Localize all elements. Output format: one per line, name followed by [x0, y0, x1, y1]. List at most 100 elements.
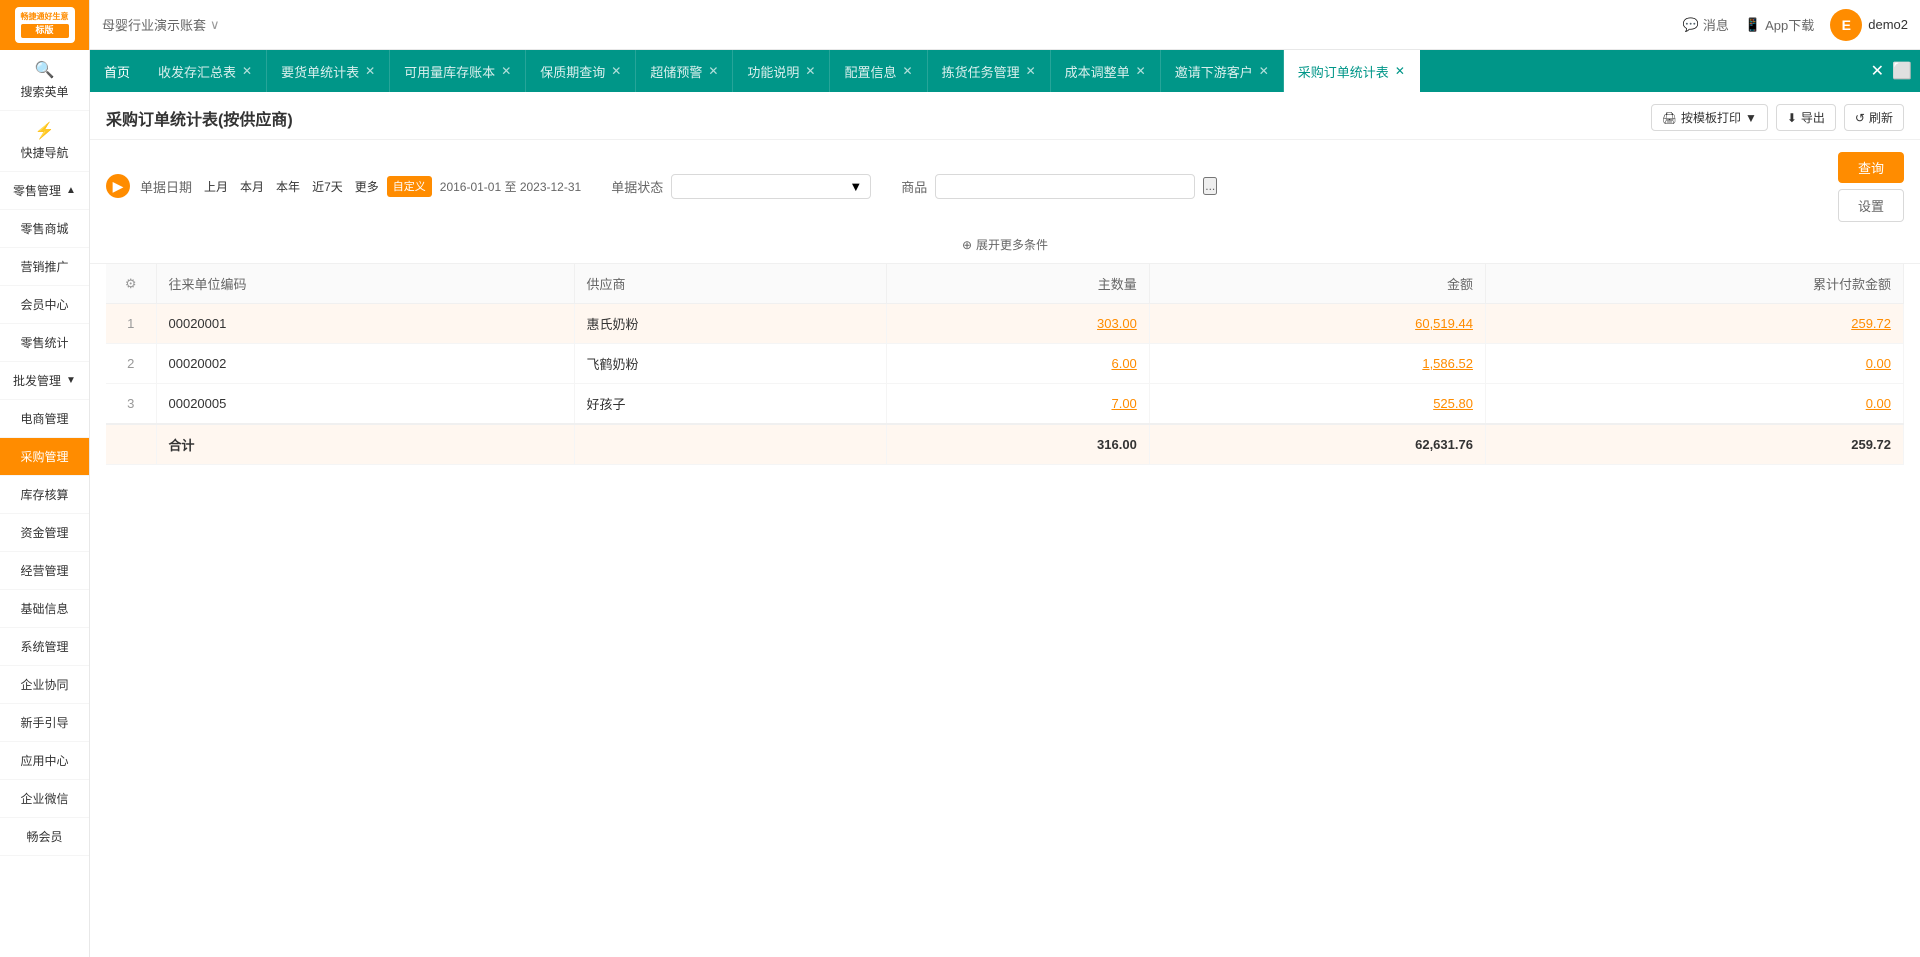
sidebar-item-system[interactable]: 系统管理 — [0, 628, 89, 666]
sidebar-item-purchase[interactable]: 采购管理 — [0, 438, 89, 476]
sidebar-enterprise-label: 企业协同 — [20, 676, 68, 693]
sidebar-item-enterprise-wechat[interactable]: 企业微信 — [0, 780, 89, 818]
date-this-year-btn[interactable]: 本年 — [272, 176, 304, 197]
row-amount[interactable]: 525.80 — [1149, 384, 1485, 425]
row-paid-amount[interactable]: 0.00 — [1485, 344, 1903, 384]
date-7days-btn[interactable]: 近7天 — [308, 176, 347, 197]
user-profile-action[interactable]: E demo2 — [1830, 9, 1908, 41]
row-main-qty[interactable]: 7.00 — [887, 384, 1150, 425]
query-button[interactable]: 查询 — [1838, 152, 1904, 183]
tab-order-stat[interactable]: 要货单统计表 ✕ — [267, 50, 390, 92]
breadcrumb: 母婴行业演示账套 ∨ — [102, 15, 1675, 34]
message-icon: 💬 — [1683, 17, 1699, 33]
sidebar-item-retail-stat[interactable]: 零售统计 — [0, 324, 89, 362]
sidebar-quick-nav-label: 快捷导航 — [20, 144, 68, 161]
row-amount[interactable]: 60,519.44 — [1149, 304, 1485, 344]
sidebar-item-app-center[interactable]: 应用中心 — [0, 742, 89, 780]
date-last-month-btn[interactable]: 上月 — [200, 176, 232, 197]
tab-close-all-button[interactable]: ✕ — [1871, 61, 1884, 81]
sidebar-item-quick-nav[interactable]: ⚡ 快捷导航 — [0, 111, 89, 172]
tab-pick-task-close-icon[interactable]: ✕ — [1026, 64, 1036, 78]
tab-func-desc-close-icon[interactable]: ✕ — [805, 64, 815, 78]
date-custom-btn[interactable]: 自定义 — [387, 176, 432, 197]
sidebar-retail-stat-label: 零售统计 — [20, 334, 68, 351]
sidebar-item-retail[interactable]: 零售管理 ▲ — [0, 172, 89, 210]
row-amount[interactable]: 1,586.52 — [1149, 344, 1485, 384]
topbar: 母婴行业演示账套 ∨ 💬 消息 📱 App下载 E demo2 — [90, 0, 1920, 50]
row-seq: 2 — [106, 344, 156, 384]
tab-purchase-stat[interactable]: 采购订单统计表 ✕ — [1284, 50, 1420, 92]
row-seq: 3 — [106, 384, 156, 425]
message-action[interactable]: 💬 消息 — [1683, 15, 1729, 34]
tab-cost-adjust-close-icon[interactable]: ✕ — [1136, 64, 1146, 78]
tab-expiry[interactable]: 保质期查询 ✕ — [526, 50, 636, 92]
export-icon: ⬇ — [1787, 111, 1797, 125]
sidebar-item-wholesale[interactable]: 批发管理 ▼ — [0, 362, 89, 400]
col-gear[interactable]: ⚙ — [106, 264, 156, 304]
sidebar-item-ecommerce[interactable]: 电商管理 — [0, 400, 89, 438]
tab-home[interactable]: 首页 — [90, 50, 144, 92]
row-paid-amount[interactable]: 259.72 — [1485, 304, 1903, 344]
sidebar-item-newbie[interactable]: 新手引导 — [0, 704, 89, 742]
row-unit-code: 00020005 — [156, 384, 574, 425]
tab-pick-task[interactable]: 拣货任务管理 ✕ — [928, 50, 1051, 92]
sidebar-item-basic[interactable]: 基础信息 — [0, 590, 89, 628]
tab-func-desc-label: 功能说明 — [747, 62, 799, 81]
sidebar-item-member[interactable]: 会员中心 — [0, 286, 89, 324]
row-main-qty[interactable]: 6.00 — [887, 344, 1150, 384]
goods-input[interactable] — [935, 174, 1195, 199]
settings-button[interactable]: 设置 — [1838, 189, 1904, 222]
sidebar-item-retail-mall[interactable]: 零售商城 — [0, 210, 89, 248]
tab-overstock-close-icon[interactable]: ✕ — [708, 64, 718, 78]
sidebar-item-marketing[interactable]: 营销推广 — [0, 248, 89, 286]
tab-order-stat-close-icon[interactable]: ✕ — [365, 64, 375, 78]
sidebar-operations-label: 经营管理 — [20, 562, 68, 579]
expand-filter-button[interactable]: ⊕ 展开更多条件 — [962, 236, 1048, 253]
tab-cost-adjust[interactable]: 成本调整单 ✕ — [1051, 50, 1161, 92]
row-unit-code: 00020002 — [156, 344, 574, 384]
search-icon: 🔍 — [35, 60, 55, 80]
tab-invite-downstream[interactable]: 邀请下游客户 ✕ — [1161, 50, 1284, 92]
sidebar-item-member2[interactable]: 畅会员 — [0, 818, 89, 856]
date-this-month-btn[interactable]: 本月 — [236, 176, 268, 197]
breadcrumb-arrow-icon[interactable]: ∨ — [210, 17, 220, 33]
col-paid-amount: 累计付款金额 — [1485, 264, 1903, 304]
sidebar-item-finance[interactable]: 资金管理 — [0, 514, 89, 552]
row-supplier: 好孩子 — [574, 384, 887, 425]
sidebar-item-search[interactable]: 🔍 搜索英单 — [0, 50, 89, 111]
sidebar-menu: 🔍 搜索英单 ⚡ 快捷导航 零售管理 ▲ 零售商城 营销推广 会员中心 零售统计… — [0, 50, 89, 957]
tab-available-stock-close-icon[interactable]: ✕ — [501, 64, 511, 78]
tab-collect[interactable]: 收发存汇总表 ✕ — [144, 50, 267, 92]
tab-available-stock[interactable]: 可用量库存账本 ✕ — [390, 50, 526, 92]
tab-func-desc[interactable]: 功能说明 ✕ — [733, 50, 830, 92]
tab-collect-close-icon[interactable]: ✕ — [242, 64, 252, 78]
export-button[interactable]: ⬇ 导出 — [1776, 104, 1836, 131]
filter-toggle-button[interactable]: ▶ — [106, 174, 130, 198]
sidebar-item-operations[interactable]: 经营管理 — [0, 552, 89, 590]
footer-empty2 — [574, 424, 887, 465]
tab-config-close-icon[interactable]: ✕ — [903, 64, 913, 78]
date-more-btn[interactable]: 更多 — [351, 176, 383, 197]
tab-expiry-close-icon[interactable]: ✕ — [611, 64, 621, 78]
tab-purchase-stat-close-icon[interactable]: ✕ — [1395, 64, 1405, 78]
sidebar-item-inventory[interactable]: 库存核算 — [0, 476, 89, 514]
row-main-qty[interactable]: 303.00 — [887, 304, 1150, 344]
tab-overstock[interactable]: 超储预警 ✕ — [636, 50, 733, 92]
tab-maximize-button[interactable]: ⬜ — [1892, 61, 1912, 81]
template-print-button[interactable]: 🖨 按模板打印 ▼ — [1651, 104, 1768, 131]
footer-paid-amount: 259.72 — [1485, 424, 1903, 465]
row-paid-amount[interactable]: 0.00 — [1485, 384, 1903, 425]
refresh-button[interactable]: ↺ 刷新 — [1844, 104, 1904, 131]
sidebar-item-enterprise[interactable]: 企业协同 — [0, 666, 89, 704]
more-filter-btn[interactable]: ... — [1203, 177, 1217, 195]
tab-invite-downstream-close-icon[interactable]: ✕ — [1259, 64, 1269, 78]
date-label: 单据日期 — [140, 177, 192, 196]
footer-main-qty: 316.00 — [887, 424, 1150, 465]
app-download-action[interactable]: 📱 App下载 — [1745, 15, 1814, 34]
tab-purchase-stat-label: 采购订单统计表 — [1298, 62, 1389, 81]
tab-config[interactable]: 配置信息 ✕ — [830, 50, 927, 92]
sidebar-wholesale-label: 批发管理 — [13, 372, 61, 389]
status-select[interactable]: ▼ — [671, 174, 871, 199]
sidebar-enterprise-wechat-label: 企业微信 — [20, 790, 68, 807]
filter-date-group: 单据日期 上月 本月 本年 近7天 更多 自定义 2016-01-01 至 20… — [140, 176, 581, 197]
